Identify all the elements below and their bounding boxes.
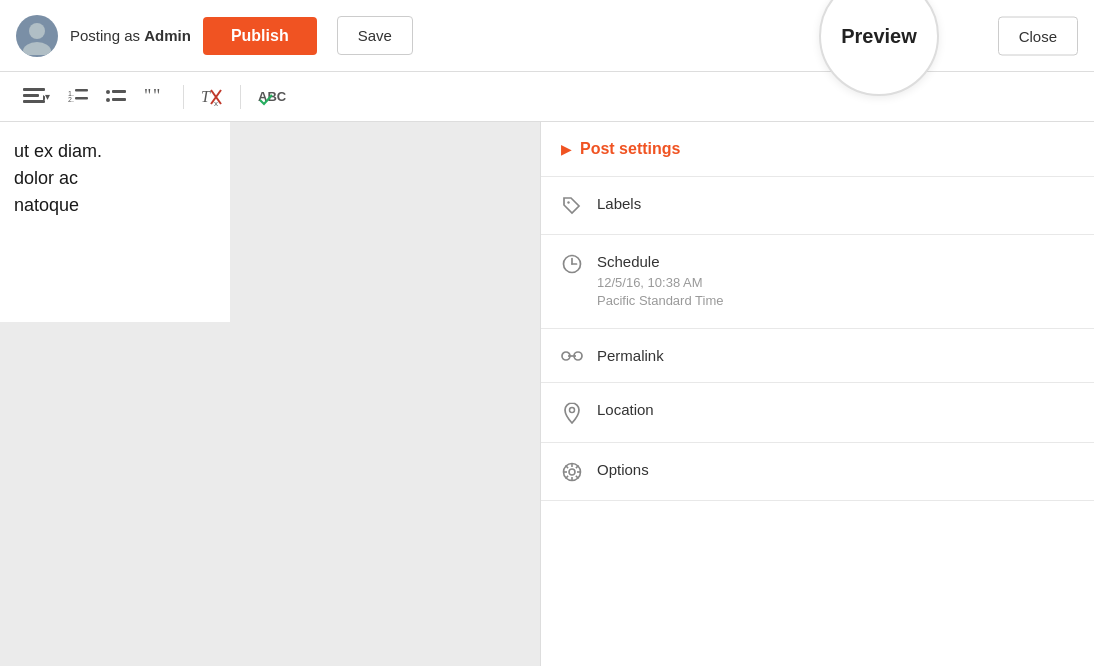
toolbar-separator [183,85,184,109]
align-icon[interactable]: ▾ [16,83,57,111]
blockquote-icon[interactable]: "" [137,83,173,111]
svg-line-38 [566,476,569,479]
editor-toolbar: ▾ 1.2. "" T x ABC [0,72,1094,122]
location-content: Location [597,401,654,418]
svg-point-10 [106,90,110,94]
schedule-icon [561,254,583,274]
label-icon [561,196,583,216]
sidebar-item-schedule[interactable]: Schedule 12/5/16, 10:38 AM Pacific Stand… [541,235,1094,329]
sidebar-section-title: Post settings [580,140,680,158]
editor-content[interactable]: ut ex diam. dolor ac natoque [0,122,230,322]
svg-rect-9 [75,97,88,100]
svg-rect-2 [23,88,45,91]
posting-as-label: Posting as Admin [70,27,191,44]
options-label: Options [597,461,649,478]
permalink-icon [561,348,583,364]
svg-rect-11 [112,90,126,93]
svg-line-36 [576,476,579,479]
svg-point-12 [106,98,110,102]
chevron-icon: ▶ [561,141,572,157]
labels-label: Labels [597,195,641,212]
sidebar: ▶ Post settings Labels [540,122,1094,666]
options-content: Options [597,461,649,478]
svg-point-21 [567,201,569,203]
toolbar-separator-2 [240,85,241,109]
permalink-label: Permalink [597,347,664,364]
svg-point-0 [29,23,45,39]
svg-text:2.: 2. [68,96,74,103]
editor-area[interactable]: ut ex diam. dolor ac natoque [0,122,540,666]
spellcheck-icon[interactable]: ABC [251,83,293,111]
schedule-label: Schedule [597,253,723,270]
post-settings-header[interactable]: ▶ Post settings [541,122,1094,177]
schedule-sublabel: 12/5/16, 10:38 AM Pacific Standard Time [597,274,723,310]
svg-point-30 [569,469,575,475]
header: Posting as Admin Publish Save Preview Cl… [0,0,1094,72]
svg-line-37 [576,466,579,469]
svg-line-35 [566,466,569,469]
svg-text:x: x [214,99,218,106]
sidebar-item-labels[interactable]: Labels [541,177,1094,235]
sidebar-item-options[interactable]: Options [541,443,1094,501]
svg-text:": " [144,88,151,106]
schedule-content: Schedule 12/5/16, 10:38 AM Pacific Stand… [597,253,723,310]
options-icon [561,462,583,482]
location-label: Location [597,401,654,418]
clear-formatting-icon[interactable]: T x [194,83,230,111]
sidebar-item-permalink[interactable]: Permalink [541,329,1094,383]
main-area: ut ex diam. dolor ac natoque ▶ Post sett… [0,122,1094,666]
close-button[interactable]: Close [998,16,1078,55]
ordered-list-icon[interactable]: 1.2. [61,83,95,111]
unordered-list-icon[interactable] [99,83,133,111]
location-icon [561,402,583,424]
svg-rect-13 [112,98,126,101]
svg-rect-7 [75,89,88,92]
save-button[interactable]: Save [337,16,413,55]
svg-point-28 [570,408,575,413]
svg-point-1 [23,42,51,55]
avatar [16,15,58,57]
permalink-content: Permalink [597,347,664,364]
svg-text:T: T [201,88,211,105]
publish-button[interactable]: Publish [203,17,317,55]
sidebar-item-location[interactable]: Location [541,383,1094,443]
labels-content: Labels [597,195,641,212]
svg-rect-4 [23,100,45,103]
svg-text:": " [153,88,160,106]
svg-rect-3 [23,94,39,97]
